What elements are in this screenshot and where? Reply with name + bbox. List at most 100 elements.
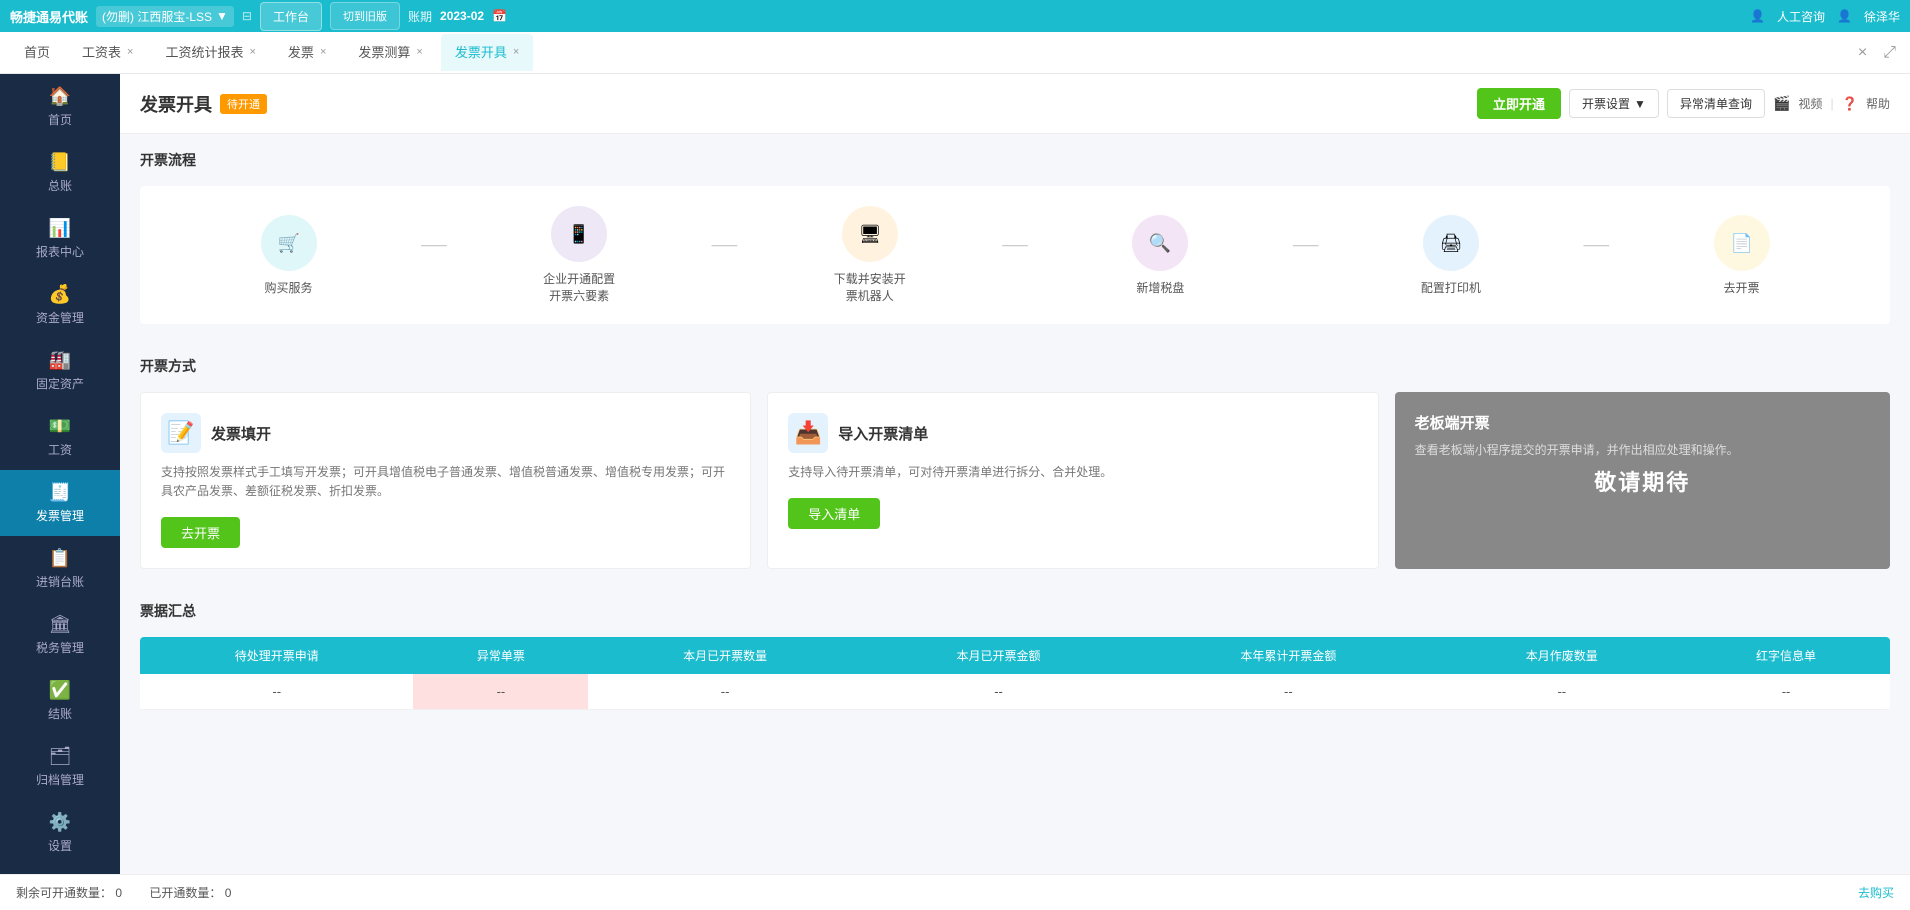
tab-home[interactable]: 首页 — [10, 34, 64, 71]
header-nav: 首页 工资表 × 工资统计报表 × 发票 × 发票测算 × 发票开具 × × ⤢ — [0, 32, 1910, 74]
view-label[interactable]: 视频 — [1798, 95, 1822, 112]
methods-section-title: 开票方式 — [140, 356, 1890, 376]
methods-section: 开票方式 📝 发票填开 支持按照发票样式手工填写开发票；可开具增值税电子普通发票… — [120, 356, 1910, 601]
col-pending: 待处理开票申请 — [140, 637, 413, 674]
copy-icon[interactable]: ⊟ — [242, 9, 252, 23]
svg-text:📱: 📱 — [568, 223, 590, 244]
separator: | — [1830, 96, 1833, 111]
settings-icon: ⚙️ — [49, 812, 71, 833]
tab-salary[interactable]: 工资表 × — [68, 34, 147, 71]
close-salary-tab[interactable]: × — [127, 46, 133, 58]
summary-data-row: -- -- -- -- -- -- -- — [140, 674, 1890, 710]
workspace: 🏠 首页 📒 总账 📊 报表中心 💰 资金管理 🏭 固定资产 💵 工资 🧾 发票… — [0, 74, 1910, 874]
calendar-icon[interactable]: 📅 — [492, 9, 507, 23]
flow-step-download: 🖥 下载并安装开票机器人 — [741, 206, 998, 304]
purchase-icon: 📋 — [49, 548, 71, 569]
manual-fill-title: 发票填开 — [211, 423, 271, 444]
sidebar-item-fund[interactable]: 💰 资金管理 — [0, 272, 120, 338]
col-year-amount: 本年累计开票金额 — [1135, 637, 1441, 674]
go-issue-button[interactable]: 去开票 — [161, 517, 240, 548]
import-list-button[interactable]: 导入清单 — [788, 498, 880, 529]
remaining-label: 剩余可开通数量： — [16, 886, 112, 900]
old-terminal-desc: 查看老板端小程序提交的开票申请，并作出相应处理和操作。 — [1415, 441, 1870, 460]
import-list-desc: 支持导入待开票清单，可对待开票清单进行拆分、合并处理。 — [788, 463, 1357, 482]
col-month-amount: 本月已开票金额 — [862, 637, 1135, 674]
download-icon: 🖥 — [842, 206, 898, 262]
col-void-count: 本月作废数量 — [1442, 637, 1683, 674]
flow-step-buy: 🛒 购买服务 — [160, 215, 417, 296]
import-list-title: 导入开票清单 — [838, 423, 928, 444]
close-salary-report-tab[interactable]: × — [249, 46, 255, 58]
top-bar-left: 畅捷通易代账 (勿删) 江西服宝-LSS ▼ ⊟ 工作台 切到旧版 账期 202… — [10, 2, 507, 31]
sidebar-item-archive[interactable]: 🗂 归档管理 — [0, 734, 120, 800]
header-actions: 立即开通 开票设置 ▼ 异常清单查询 🎬 视频 | ❓ 帮助 — [1477, 88, 1890, 119]
printer-label: 配置打印机 — [1421, 279, 1481, 296]
opened-label: 已开通数量： — [149, 886, 221, 900]
tab-invoice-issue[interactable]: 发票开具 × — [441, 34, 533, 71]
sidebar-item-salary[interactable]: 💵 工资 — [0, 404, 120, 470]
old-terminal-header: 老板端开票 查看老板端小程序提交的开票申请，并作出相应处理和操作。 — [1415, 412, 1870, 460]
asset-icon: 🏭 — [49, 350, 71, 371]
sidebar-label-tax: 税务管理 — [36, 639, 84, 656]
sidebar-item-guide[interactable]: 📖 新手引导 — [0, 866, 120, 874]
printer-icon: 🖨 — [1423, 215, 1479, 271]
company-selector[interactable]: (勿删) 江西服宝-LSS ▼ — [96, 6, 234, 27]
issue-icon: 📄 — [1714, 215, 1770, 271]
cell-void-count: -- — [1442, 674, 1683, 710]
help-icon: ❓ — [1842, 96, 1858, 112]
sidebar-item-home[interactable]: 🏠 首页 — [0, 74, 120, 140]
buy-link[interactable]: 去购买 — [1858, 884, 1894, 901]
page-title-area: 发票开具 待开通 — [140, 91, 267, 117]
tab-salary-report[interactable]: 工资统计报表 × — [151, 34, 269, 71]
immediate-open-button[interactable]: 立即开通 — [1477, 88, 1561, 119]
col-month-count: 本月已开票数量 — [588, 637, 861, 674]
cell-red-info: -- — [1682, 674, 1890, 710]
restore-button[interactable]: ⤢ — [1879, 44, 1900, 62]
view-icon: 🎬 — [1773, 95, 1790, 112]
sidebar-item-purchase[interactable]: 📋 进销台账 — [0, 536, 120, 602]
flow-steps: 🛒 购买服务 ── 📱 企业开通配置开票六要素 ── 🖥 下载并 — [140, 186, 1890, 324]
summary-header-row: 待处理开票申请 异常单票 本月已开票数量 本月已开票金额 本年累计开票金额 本月… — [140, 637, 1890, 674]
manual-fill-card: 📝 发票填开 支持按照发票样式手工填写开发票；可开具增值税电子普通发票、增值税普… — [140, 392, 751, 569]
cell-month-amount: -- — [862, 674, 1135, 710]
svg-text:📄: 📄 — [1730, 232, 1752, 253]
close-invoice-issue-tab[interactable]: × — [513, 46, 519, 58]
page-title: 发票开具 — [140, 91, 212, 117]
sidebar-item-settings[interactable]: ⚙️ 设置 — [0, 800, 120, 866]
sidebar-item-report[interactable]: 📊 报表中心 — [0, 206, 120, 272]
workspace-button[interactable]: 工作台 — [260, 2, 322, 31]
top-bar-right: 👤 人工咨询 👤 徐泽华 — [1750, 8, 1900, 25]
sidebar-label-home: 首页 — [48, 111, 72, 128]
period-label: 账期 — [408, 8, 432, 25]
username[interactable]: 徐泽华 — [1864, 8, 1900, 25]
exception-query-button[interactable]: 异常清单查询 — [1667, 89, 1765, 118]
import-list-card: 📥 导入开票清单 支持导入待开票清单，可对待开票清单进行拆分、合并处理。 导入清… — [767, 392, 1378, 569]
old-version-button[interactable]: 切到旧版 — [330, 2, 400, 30]
col-red-info: 红字信息单 — [1682, 637, 1890, 674]
help-label[interactable]: 帮助 — [1866, 95, 1890, 112]
tab-invoice-calc[interactable]: 发票测算 × — [344, 34, 436, 71]
sidebar-item-ledger[interactable]: 📒 总账 — [0, 140, 120, 206]
import-list-header: 📥 导入开票清单 — [788, 413, 1357, 453]
cell-pending: -- — [140, 674, 413, 710]
sidebar-item-tax[interactable]: 🏛 税务管理 — [0, 602, 120, 668]
svg-text:🔍: 🔍 — [1149, 231, 1171, 253]
close-invoice-tab[interactable]: × — [320, 46, 326, 58]
arrow-1: ── — [417, 235, 451, 256]
sidebar-item-asset[interactable]: 🏭 固定资产 — [0, 338, 120, 404]
fund-icon: 💰 — [49, 284, 71, 305]
close-invoice-calc-tab[interactable]: × — [416, 46, 422, 58]
customer-service[interactable]: 人工咨询 — [1777, 8, 1825, 25]
sidebar-item-fapiao[interactable]: 🧾 发票管理 — [0, 470, 120, 536]
sidebar-item-settle[interactable]: ✅ 结账 — [0, 668, 120, 734]
configure-icon: 📱 — [551, 206, 607, 262]
archive-icon: 🗂 — [49, 746, 72, 767]
opened-value: 0 — [225, 886, 232, 900]
col-exception: 异常单票 — [413, 637, 588, 674]
close-all-button[interactable]: × — [1850, 44, 1875, 62]
tab-invoice[interactable]: 发票 × — [274, 34, 340, 71]
open-settings-button[interactable]: 开票设置 ▼ — [1569, 89, 1659, 118]
sidebar-label-settings: 设置 — [48, 837, 72, 854]
settle-icon: ✅ — [49, 680, 71, 701]
fapiao-icon: 🧾 — [49, 482, 71, 503]
